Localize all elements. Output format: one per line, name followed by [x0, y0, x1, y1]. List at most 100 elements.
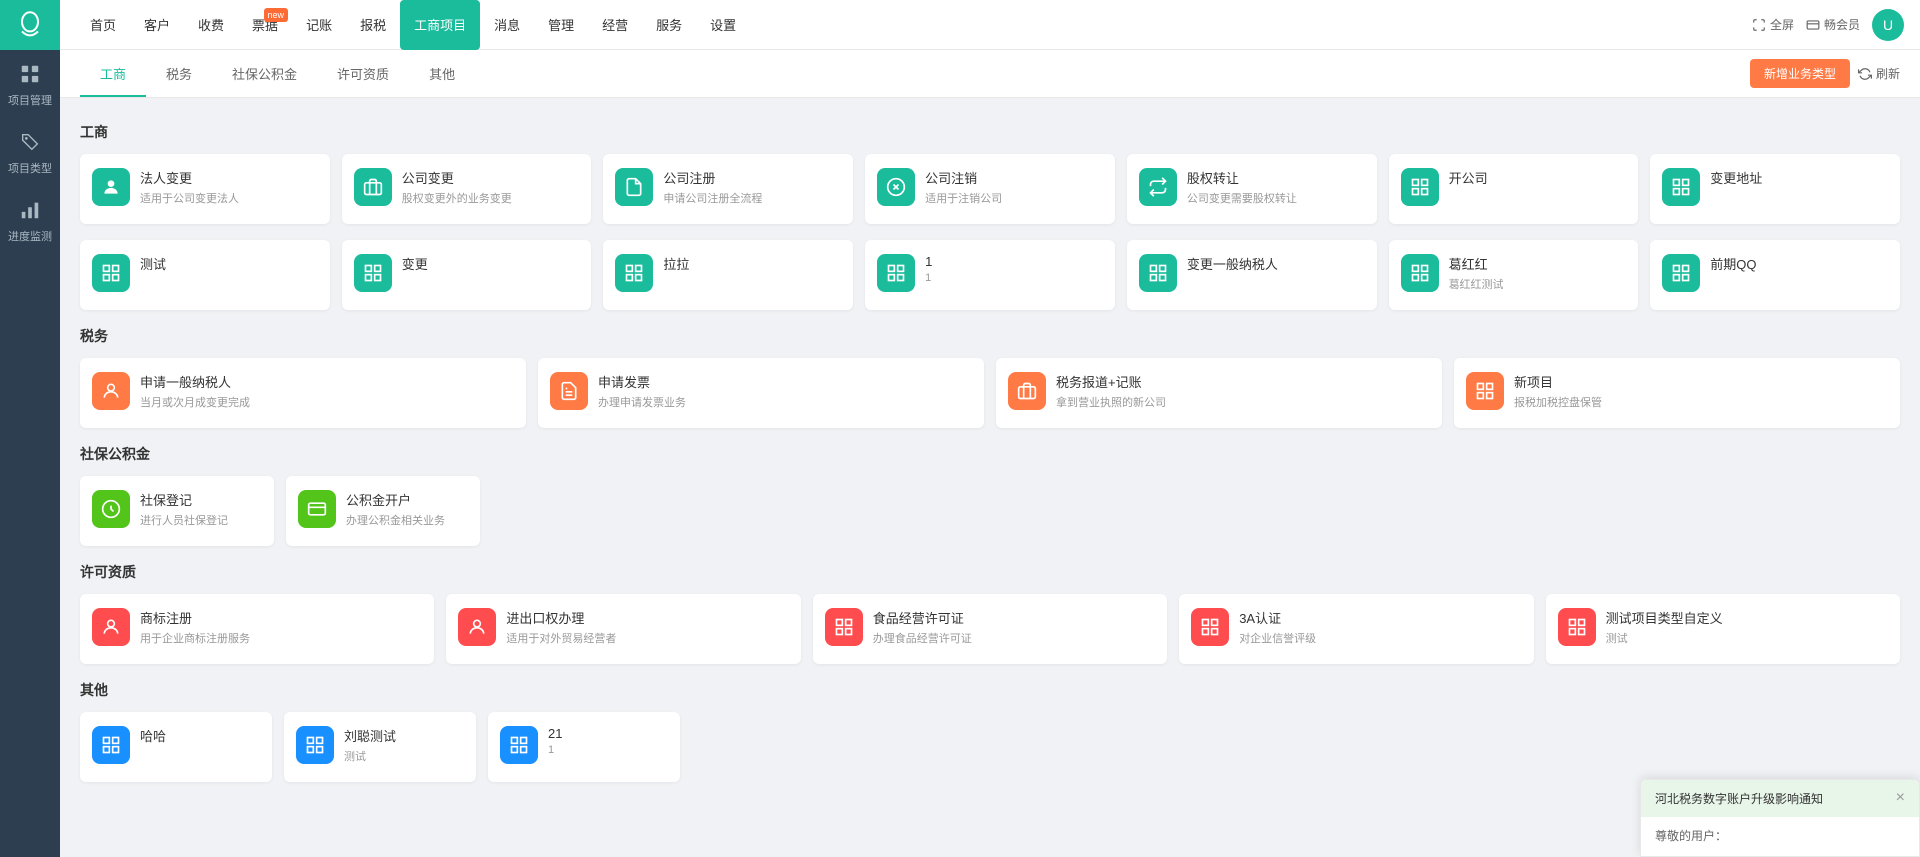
- card-text-gs4: 公司注销 适用于注销公司: [925, 168, 1103, 206]
- card-ot3[interactable]: 21 1: [488, 712, 680, 782]
- card-icon-sw3: [1008, 372, 1046, 410]
- nav-bizproject[interactable]: 工商项目: [400, 0, 480, 50]
- card-gs2[interactable]: 公司变更 股权变更外的业务变更: [342, 154, 592, 224]
- card-icon-gs7: [1662, 168, 1700, 206]
- card-gs11[interactable]: 1 1: [865, 240, 1115, 310]
- section-title-gongshang: 工商: [80, 122, 1900, 142]
- card-gs5[interactable]: 股权转让 公司变更需要股权转让: [1127, 154, 1377, 224]
- card-xk1[interactable]: 商标注册 用于企业商标注册服务: [80, 594, 434, 664]
- card-icon-sb1: [92, 490, 130, 528]
- card-icon-sw2: [550, 372, 588, 410]
- nav-accounting[interactable]: 记账: [292, 0, 346, 50]
- card-icon-gs1: [92, 168, 130, 206]
- nav-service[interactable]: 服务: [642, 0, 696, 50]
- sidebar-item-progress-monitor[interactable]: 进度监测: [0, 186, 60, 254]
- refresh-icon: [1858, 67, 1872, 81]
- card-icon-xk2: [458, 608, 496, 646]
- tab-other[interactable]: 其他: [409, 50, 475, 97]
- card-sw3[interactable]: 税务报道+记账 拿到营业执照的新公司: [996, 358, 1442, 428]
- nav-manage[interactable]: 管理: [534, 0, 588, 50]
- card-gs4[interactable]: 公司注销 适用于注销公司: [865, 154, 1115, 224]
- card-sw2[interactable]: 申请发票 办理申请发票业务: [538, 358, 984, 428]
- card-icon-gs3: [615, 168, 653, 206]
- cards-grid-other: 哈哈 刘聪测试 测试: [80, 712, 680, 782]
- card-sw1[interactable]: 申请一般纳税人 当月或次月成变更完成: [80, 358, 526, 428]
- topnav: 首页 客户 收费 票据 new 记账 报税 工商项目 消息 管理 经营 服务 设…: [60, 0, 1920, 50]
- card-icon-gs4: [877, 168, 915, 206]
- nav-billing[interactable]: 收费: [184, 0, 238, 50]
- card-sb2[interactable]: 公积金开户 办理公积金相关业务: [286, 476, 480, 546]
- section-title-shebao: 社保公积金: [80, 444, 1900, 464]
- tab-xuke[interactable]: 许可资质: [317, 50, 409, 97]
- sidebar: 项目管理 项目类型 进度监测: [0, 0, 60, 857]
- add-biztype-button[interactable]: 新增业务类型: [1750, 59, 1850, 88]
- card-icon-gs6: [1401, 168, 1439, 206]
- card-text-gs6: 开公司: [1449, 168, 1627, 190]
- card-gs6[interactable]: 开公司: [1389, 154, 1639, 224]
- vip-button[interactable]: 畅会员: [1806, 16, 1860, 33]
- page-content: 工商 税务 社保公积金 许可资质 其他 新增业务类型 刷新: [60, 50, 1920, 857]
- nav-ticket[interactable]: 票据 new: [238, 0, 292, 50]
- card-gs10[interactable]: 拉拉: [603, 240, 853, 310]
- card-sw4[interactable]: 新项目 报税加税控盘保管: [1454, 358, 1900, 428]
- card-sb1[interactable]: 社保登记 进行人员社保登记: [80, 476, 274, 546]
- card-icon-gs10: [615, 254, 653, 292]
- tab-shuiwu[interactable]: 税务: [146, 50, 212, 97]
- card-gs1[interactable]: 法人变更 适用于公司变更法人: [80, 154, 330, 224]
- card-ot2[interactable]: 刘聪测试 测试: [284, 712, 476, 782]
- avatar[interactable]: U: [1872, 9, 1904, 41]
- card-gs3[interactable]: 公司注册 申请公司注册全流程: [603, 154, 853, 224]
- card-text-sw1: 申请一般纳税人 当月或次月成变更完成: [140, 372, 514, 410]
- card-gs8[interactable]: 测试: [80, 240, 330, 310]
- tab-gongshang[interactable]: 工商: [80, 50, 146, 97]
- card-gs12[interactable]: 变更一般纳税人: [1127, 240, 1377, 310]
- card-text-gs9: 变更: [402, 254, 580, 276]
- card-text-sw4: 新项目 报税加税控盘保管: [1514, 372, 1888, 410]
- card-xk3[interactable]: 食品经营许可证 办理食品经营许可证: [813, 594, 1167, 664]
- section-title-shuiwu: 税务: [80, 326, 1900, 346]
- card-text-gs11: 1 1: [925, 254, 1103, 284]
- nav-message[interactable]: 消息: [480, 0, 534, 50]
- sidebar-logo: [0, 0, 60, 50]
- card-text-gs8: 测试: [140, 254, 318, 276]
- content-area: 工商 税务 社保公积金 许可资质 其他 新增业务类型 刷新: [60, 50, 1920, 857]
- card-gs7[interactable]: 变更地址: [1650, 154, 1900, 224]
- card-xk4[interactable]: 3A认证 对企业信誉评级: [1179, 594, 1533, 664]
- card-icon-xk1: [92, 608, 130, 646]
- fullscreen-button[interactable]: 全屏: [1752, 16, 1794, 33]
- card-text-gs12: 变更一般纳税人: [1187, 254, 1365, 276]
- tab-bar: 工商 税务 社保公积金 许可资质 其他 新增业务类型 刷新: [60, 50, 1920, 98]
- tab-shebao[interactable]: 社保公积金: [212, 50, 317, 97]
- nav-home[interactable]: 首页: [76, 0, 130, 50]
- card-icon-gs14: [1662, 254, 1700, 292]
- nav-settings[interactable]: 设置: [696, 0, 750, 50]
- card-gs9[interactable]: 变更: [342, 240, 592, 310]
- sidebar-item-project-manage[interactable]: 项目管理: [0, 50, 60, 118]
- card-gs13[interactable]: 葛红红 葛红红测试: [1389, 240, 1639, 310]
- scroll-content: 工商 法人变更 适用于公司变更法人: [60, 98, 1920, 814]
- sidebar-item-project-type[interactable]: 项目类型: [0, 118, 60, 186]
- nav-customer[interactable]: 客户: [130, 0, 184, 50]
- card-text-sw3: 税务报道+记账 拿到营业执照的新公司: [1056, 372, 1430, 410]
- refresh-button[interactable]: 刷新: [1858, 65, 1900, 82]
- card-text-sw2: 申请发票 办理申请发票业务: [598, 372, 972, 410]
- card-ot1[interactable]: 哈哈: [80, 712, 272, 782]
- card-text-xk5: 测试项目类型自定义 测试: [1606, 608, 1888, 646]
- card-text-gs10: 拉拉: [663, 254, 841, 276]
- card-text-gs1: 法人变更 适用于公司变更法人: [140, 168, 318, 206]
- card-gs14[interactable]: 前期QQ: [1650, 240, 1900, 310]
- card-icon-gs5: [1139, 168, 1177, 206]
- nav-operation[interactable]: 经营: [588, 0, 642, 50]
- card-text-ot3: 21 1: [548, 726, 668, 756]
- card-text-gs14: 前期QQ: [1710, 254, 1888, 276]
- card-xk5[interactable]: 测试项目类型自定义 测试: [1546, 594, 1900, 664]
- card-icon-ot2: [296, 726, 334, 764]
- notification-close-button[interactable]: ×: [1896, 790, 1905, 806]
- card-xk2[interactable]: 进出口权办理 适用于对外贸易经营者: [446, 594, 800, 664]
- card-icon-gs12: [1139, 254, 1177, 292]
- card-text-sb1: 社保登记 进行人员社保登记: [140, 490, 262, 528]
- nav-tax[interactable]: 报税: [346, 0, 400, 50]
- notification-body: 尊敬的用户：: [1641, 817, 1919, 856]
- card-text-gs13: 葛红红 葛红红测试: [1449, 254, 1627, 292]
- card-text-gs2: 公司变更 股权变更外的业务变更: [402, 168, 580, 206]
